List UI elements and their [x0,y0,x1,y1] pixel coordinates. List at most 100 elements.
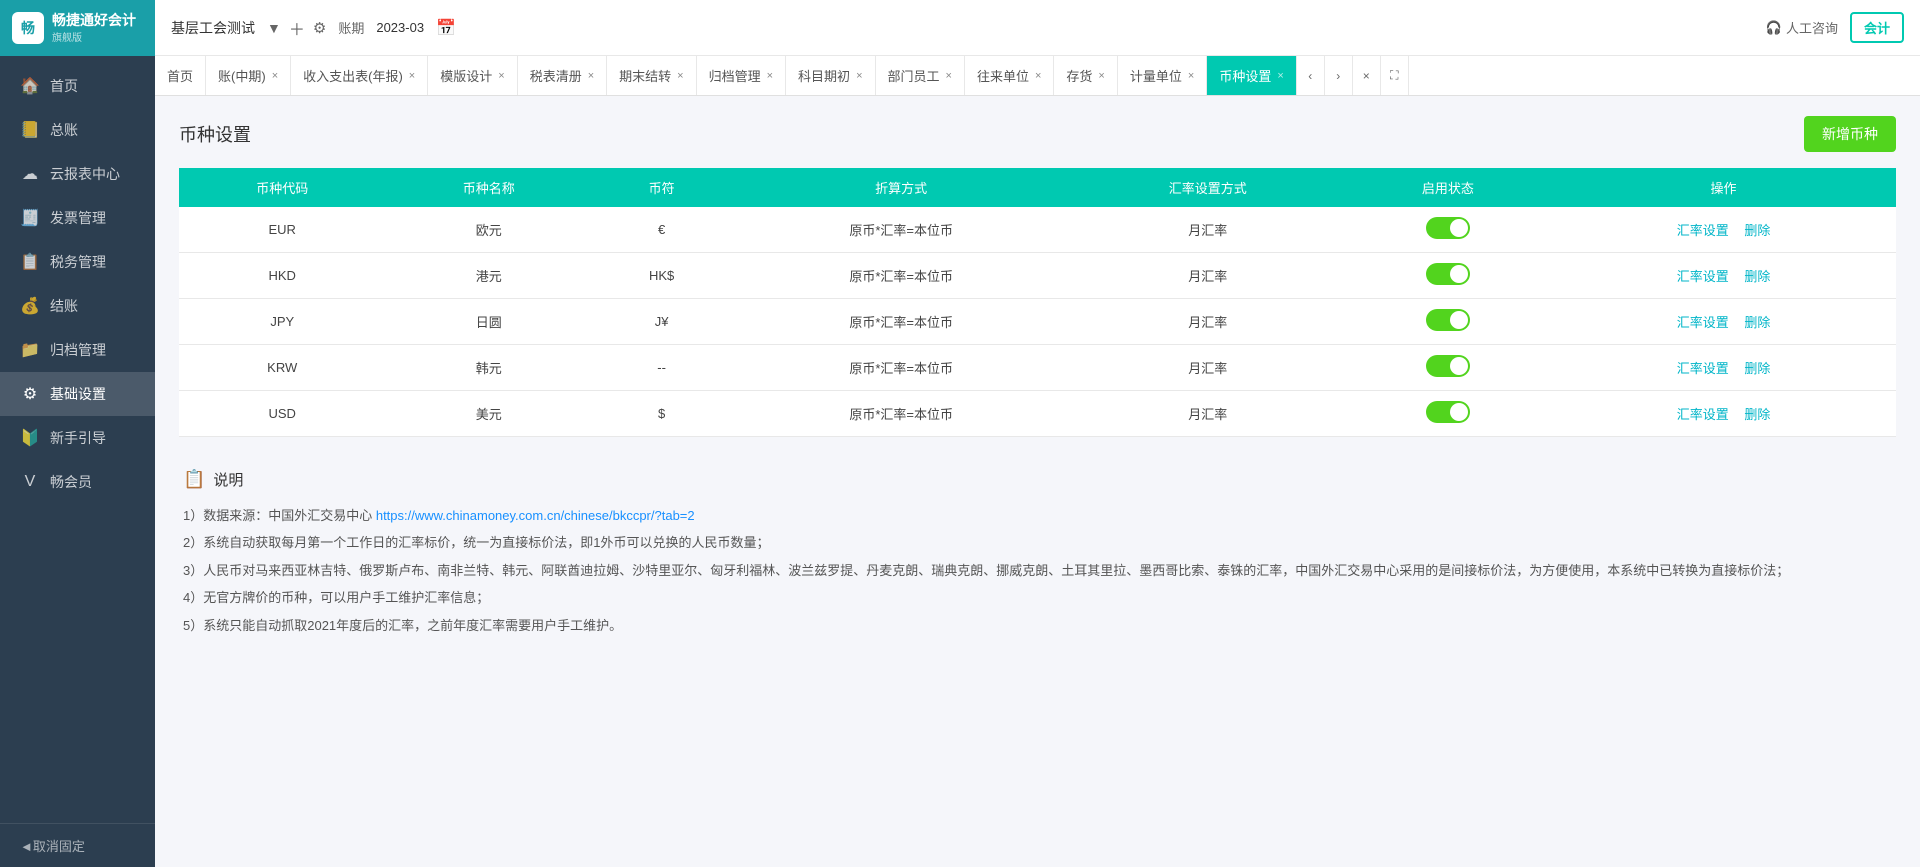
cell-name: 韩元 [385,345,591,391]
tab-expand[interactable]: ⛶ [1381,56,1409,96]
table-row: JPY 日圆 J¥ 原币*汇率=本位币 月汇率 汇率设置 删除 [179,299,1896,345]
tab-close-icon[interactable]: × [409,70,415,82]
note-item: 4）无官方牌价的币种，可以用户手工维护汇率信息； [183,584,1892,611]
tab-close-icon[interactable]: × [1098,70,1104,82]
sidebar-item-reports[interactable]: ☁云报表中心 [0,152,155,196]
top-header: 基层工会测试 ▼ ＋ ⚙ 账期 2023-03 📅 🎧 人工咨询 会计 [155,0,1920,56]
tab-----[interactable]: 计量单位× [1118,56,1207,96]
tab----------[interactable]: 收入支出表(年报)× [291,56,428,96]
checkout-icon: 💰 [20,296,40,316]
customer-service-btn[interactable]: 🎧 人工咨询 [1766,18,1838,37]
tab-nav-right[interactable]: › [1325,56,1353,96]
tab-----[interactable]: 币种设置 × [1207,56,1296,96]
sidebar-item-archive[interactable]: 📁归档管理 [0,328,155,372]
tab-close-all[interactable]: × [1353,56,1381,96]
tab-close-icon[interactable]: × [272,70,278,82]
tab-----[interactable]: 税表清册× [518,56,607,96]
sidebar-item-invoice[interactable]: 🧾发票管理 [0,196,155,240]
col-name: 币种名称 [385,168,591,207]
new-currency-button[interactable]: 新增币种 [1804,116,1896,152]
tab-label: 科目期初 [798,66,850,85]
toggle-KRW[interactable] [1426,355,1470,377]
toggle-HKD[interactable] [1426,263,1470,285]
tab-----[interactable]: 往来单位× [965,56,1054,96]
notes-header: 📋 说明 [183,469,1892,490]
content-area: 币种设置 新增币种 币种代码 币种名称 币符 折算方式 汇率设置方式 启用状态 … [155,96,1920,867]
toggle-EUR[interactable] [1426,217,1470,239]
settings-icon[interactable]: ⚙ [313,19,326,37]
tab-----[interactable]: 科目期初 × [786,56,875,96]
tab---[interactable]: 存货× [1054,56,1117,96]
cell-code: KRW [179,345,385,391]
nav-label-archive: 归档管理 [50,340,106,360]
tab-----[interactable]: 期末结转 × [607,56,696,96]
tab-----[interactable]: 部门员工× [876,56,965,96]
sidebar-item-settings[interactable]: ⚙基础设置 [0,372,155,416]
tab-close-icon[interactable]: × [1035,70,1041,82]
tab-label: 期末结转 [619,66,671,85]
rate-setting-link[interactable]: 汇率设置 [1677,223,1729,238]
notes-link[interactable]: https://www.chinamoney.com.cn/chinese/bk… [376,508,695,523]
cell-rate-method: 月汇率 [1071,299,1345,345]
toggle-JPY[interactable] [1426,309,1470,331]
add-icon[interactable]: ＋ [289,16,305,40]
tab------[interactable]: 账(中期)× [206,56,291,96]
sidebar: 畅 畅捷通好会计 旗舰版 🏠首页📒总账☁云报表中心🧾发票管理📋税务管理💰结账📁归… [0,0,155,867]
delete-link[interactable]: 删除 [1744,269,1770,284]
cell-actions: 汇率设置 删除 [1551,253,1896,299]
tab-close-icon[interactable]: × [856,70,862,82]
cell-calc: 原币*汇率=本位币 [731,391,1071,437]
tab-----[interactable]: 模版设计× [428,56,517,96]
tab-label: 币种设置 [1219,66,1271,85]
cell-symbol: $ [592,391,731,437]
ledger-icon: 📒 [20,120,40,140]
tab-close-icon[interactable]: × [1277,70,1283,82]
tab-close-icon[interactable]: × [946,70,952,82]
tab-close-icon[interactable]: × [588,70,594,82]
nav-label-invoice: 发票管理 [50,208,106,228]
sidebar-item-guide[interactable]: 🔰新手引导 [0,416,155,460]
cell-calc: 原币*汇率=本位币 [731,345,1071,391]
toggle-USD[interactable] [1426,401,1470,423]
cell-rate-method: 月汇率 [1071,207,1345,253]
notes-title: 说明 [213,469,243,490]
tab---[interactable]: 首页 [155,56,206,96]
rate-setting-link[interactable]: 汇率设置 [1677,315,1729,330]
sidebar-item-member[interactable]: V 畅会员 [0,460,155,504]
delete-link[interactable]: 删除 [1744,315,1770,330]
delete-link[interactable]: 删除 [1744,361,1770,376]
nav-label-reports: 云报表中心 [50,164,120,184]
delete-link[interactable]: 删除 [1744,223,1770,238]
member-icon: V [20,473,40,491]
rate-setting-link[interactable]: 汇率设置 [1677,361,1729,376]
notes-list: 1）数据来源：中国外汇交易中心 https://www.chinamoney.c… [183,502,1892,639]
tab-----[interactable]: 归档管理× [697,56,786,96]
tax-icon: 📋 [20,252,40,272]
rate-setting-link[interactable]: 汇率设置 [1677,269,1729,284]
delete-link[interactable]: 删除 [1744,407,1770,422]
sidebar-item-checkout[interactable]: 💰结账 [0,284,155,328]
sidebar-item-ledger[interactable]: 📒总账 [0,108,155,152]
tab-close-icon[interactable]: × [1188,70,1194,82]
tab-close-icon[interactable]: × [767,70,773,82]
cell-rate-method: 月汇率 [1071,345,1345,391]
sidebar-item-home[interactable]: 🏠首页 [0,64,155,108]
tab-close-icon[interactable]: × [498,70,504,82]
cell-code: HKD [179,253,385,299]
sidebar-item-tax[interactable]: 📋税务管理 [0,240,155,284]
notes-section: 📋 说明 1）数据来源：中国外汇交易中心 https://www.chinamo… [179,469,1896,639]
logo-icon: 畅 [12,12,44,44]
cell-rate-method: 月汇率 [1071,253,1345,299]
dropdown-icon[interactable]: ▼ [267,20,281,36]
sidebar-pin-toggle[interactable]: ◄取消固定 [0,823,155,867]
period-value: 2023-03 [376,20,424,35]
account-button[interactable]: 会计 [1850,12,1904,43]
calendar-icon[interactable]: 📅 [436,18,456,38]
nav-label-member: 畅会员 [50,472,92,492]
rate-setting-link[interactable]: 汇率设置 [1677,407,1729,422]
tab-close-icon[interactable]: × [677,70,683,82]
cell-enabled [1345,345,1551,391]
cell-enabled [1345,391,1551,437]
tab-nav-left[interactable]: ‹ [1297,56,1325,96]
cell-enabled [1345,253,1551,299]
